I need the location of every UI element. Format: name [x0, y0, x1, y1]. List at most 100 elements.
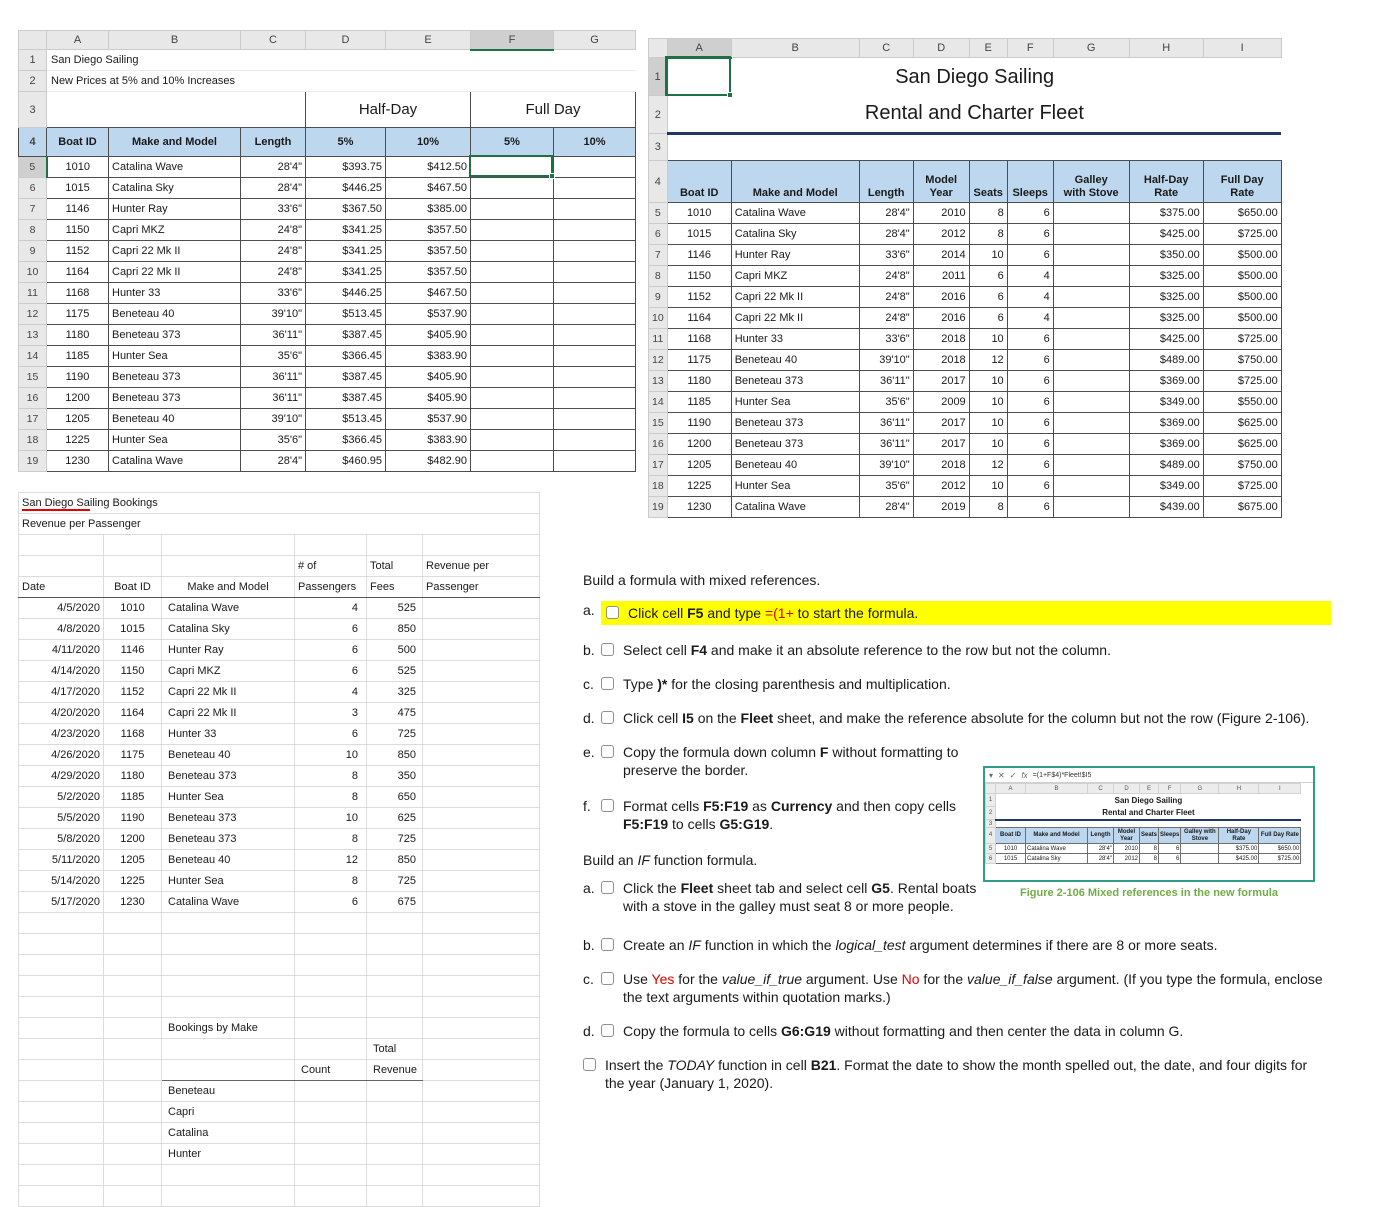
- cell[interactable]: 1230: [666, 496, 732, 518]
- cell[interactable]: 1168: [46, 282, 109, 304]
- cell[interactable]: 6: [1006, 412, 1054, 434]
- cell[interactable]: 6: [968, 265, 1008, 287]
- cell[interactable]: [161, 1185, 295, 1207]
- header-cell[interactable]: Boat ID: [46, 127, 109, 157]
- cell[interactable]: 1225: [666, 475, 732, 497]
- cell[interactable]: [1052, 475, 1130, 497]
- cell[interactable]: 1015: [103, 618, 162, 640]
- enter-icon[interactable]: ✓: [1010, 771, 1017, 780]
- checkbox-if-d[interactable]: [601, 1024, 614, 1037]
- cell[interactable]: Beneteau 373: [730, 412, 860, 434]
- row-number[interactable]: 4: [648, 160, 668, 203]
- cell[interactable]: [103, 1143, 162, 1165]
- cell[interactable]: [103, 954, 162, 976]
- cell[interactable]: 24'8": [858, 265, 914, 287]
- cell[interactable]: [422, 1038, 540, 1060]
- cell[interactable]: [1052, 349, 1130, 371]
- cell[interactable]: [470, 177, 554, 199]
- cell[interactable]: [470, 240, 554, 262]
- cell[interactable]: Sleeps: [1158, 827, 1182, 844]
- cell[interactable]: Beneteau 40: [108, 408, 241, 430]
- cell[interactable]: 1010: [103, 597, 162, 619]
- header-cell[interactable]: Total: [366, 555, 423, 577]
- cell[interactable]: [422, 1059, 540, 1081]
- cell[interactable]: 19: [18, 450, 47, 472]
- cell[interactable]: 1168: [103, 723, 162, 745]
- select-all-corner[interactable]: [648, 38, 668, 58]
- cell[interactable]: [422, 1017, 540, 1039]
- cell[interactable]: Total: [366, 1038, 423, 1060]
- cell[interactable]: [294, 954, 367, 976]
- cell[interactable]: $405.90: [385, 387, 471, 409]
- cell[interactable]: [553, 261, 636, 283]
- cell[interactable]: [366, 1122, 423, 1144]
- cell[interactable]: 18: [18, 429, 47, 451]
- cell[interactable]: [1052, 307, 1130, 329]
- cell[interactable]: $500.00: [1202, 307, 1282, 329]
- cell[interactable]: [294, 996, 367, 1018]
- cell[interactable]: 4/8/2020: [18, 618, 104, 640]
- cell[interactable]: [18, 1017, 104, 1039]
- cell[interactable]: [470, 324, 554, 346]
- column-letter[interactable]: D: [912, 38, 970, 58]
- cell[interactable]: 1200: [666, 433, 732, 455]
- cell[interactable]: $675.00: [1202, 496, 1282, 518]
- cell[interactable]: 4/17/2020: [18, 681, 104, 703]
- column-letter[interactable]: B: [730, 38, 860, 58]
- cell[interactable]: 725: [366, 828, 423, 850]
- header-cell[interactable]: Galley with Stove: [1052, 160, 1130, 203]
- header-cell[interactable]: Revenue per: [422, 555, 540, 577]
- cell[interactable]: 1185: [666, 391, 732, 413]
- header-cell[interactable]: Length: [858, 160, 914, 203]
- cell[interactable]: [366, 1143, 423, 1165]
- empty-cell[interactable]: [47, 92, 306, 128]
- cell[interactable]: $387.45: [305, 324, 386, 346]
- cell[interactable]: [422, 702, 540, 724]
- cell[interactable]: [422, 660, 540, 682]
- header-cell[interactable]: Passengers: [294, 576, 367, 598]
- cell[interactable]: Half-Day Rate: [1218, 827, 1260, 844]
- cell[interactable]: $369.00: [1128, 433, 1204, 455]
- cell[interactable]: 36'11": [858, 412, 914, 434]
- cell[interactable]: 6: [294, 618, 367, 640]
- cell[interactable]: Hunter Sea: [730, 475, 860, 497]
- cell[interactable]: $357.50: [385, 261, 471, 283]
- header-cell[interactable]: Date: [18, 576, 104, 598]
- cell[interactable]: Beneteau 373: [161, 807, 295, 829]
- cell[interactable]: 16: [18, 387, 47, 409]
- cell[interactable]: [103, 933, 162, 955]
- header-cell[interactable]: Sleeps: [1006, 160, 1054, 203]
- cell[interactable]: Boat ID: [995, 827, 1026, 844]
- cell[interactable]: $500.00: [1202, 286, 1282, 308]
- cell[interactable]: $383.90: [385, 429, 471, 451]
- cell[interactable]: 8: [294, 786, 367, 808]
- cell[interactable]: [553, 177, 636, 199]
- cell[interactable]: [422, 681, 540, 703]
- cell[interactable]: $625.00: [1202, 412, 1282, 434]
- cell[interactable]: 17: [648, 454, 668, 476]
- cell[interactable]: $725.00: [1202, 328, 1282, 350]
- cell[interactable]: 24'8": [240, 261, 306, 283]
- header-cell[interactable]: Passenger: [422, 576, 540, 598]
- cell[interactable]: $325.00: [1128, 307, 1204, 329]
- cell[interactable]: Beneteau 40: [730, 349, 860, 371]
- cell[interactable]: [422, 807, 540, 829]
- cell[interactable]: 8: [968, 202, 1008, 224]
- header-cell[interactable]: Half-Day Rate: [1128, 160, 1204, 203]
- cell[interactable]: Capri 22 Mk II: [108, 261, 241, 283]
- header-cell[interactable]: Make and Model: [161, 576, 295, 598]
- cell[interactable]: 1230: [46, 450, 109, 472]
- cell[interactable]: 28'4": [858, 496, 914, 518]
- sheet-subtitle-cell[interactable]: New Prices at 5% and 10% Increases: [46, 70, 636, 92]
- cell[interactable]: $341.25: [305, 219, 386, 241]
- cell[interactable]: [18, 975, 104, 997]
- cell[interactable]: 2018: [912, 454, 970, 476]
- cell[interactable]: [366, 996, 423, 1018]
- cell[interactable]: [1052, 244, 1130, 266]
- cell[interactable]: 1150: [666, 265, 732, 287]
- cell[interactable]: 1164: [46, 261, 109, 283]
- cell[interactable]: [422, 786, 540, 808]
- cell[interactable]: [294, 1143, 367, 1165]
- cell[interactable]: $357.50: [385, 219, 471, 241]
- cell[interactable]: Length: [1087, 827, 1114, 844]
